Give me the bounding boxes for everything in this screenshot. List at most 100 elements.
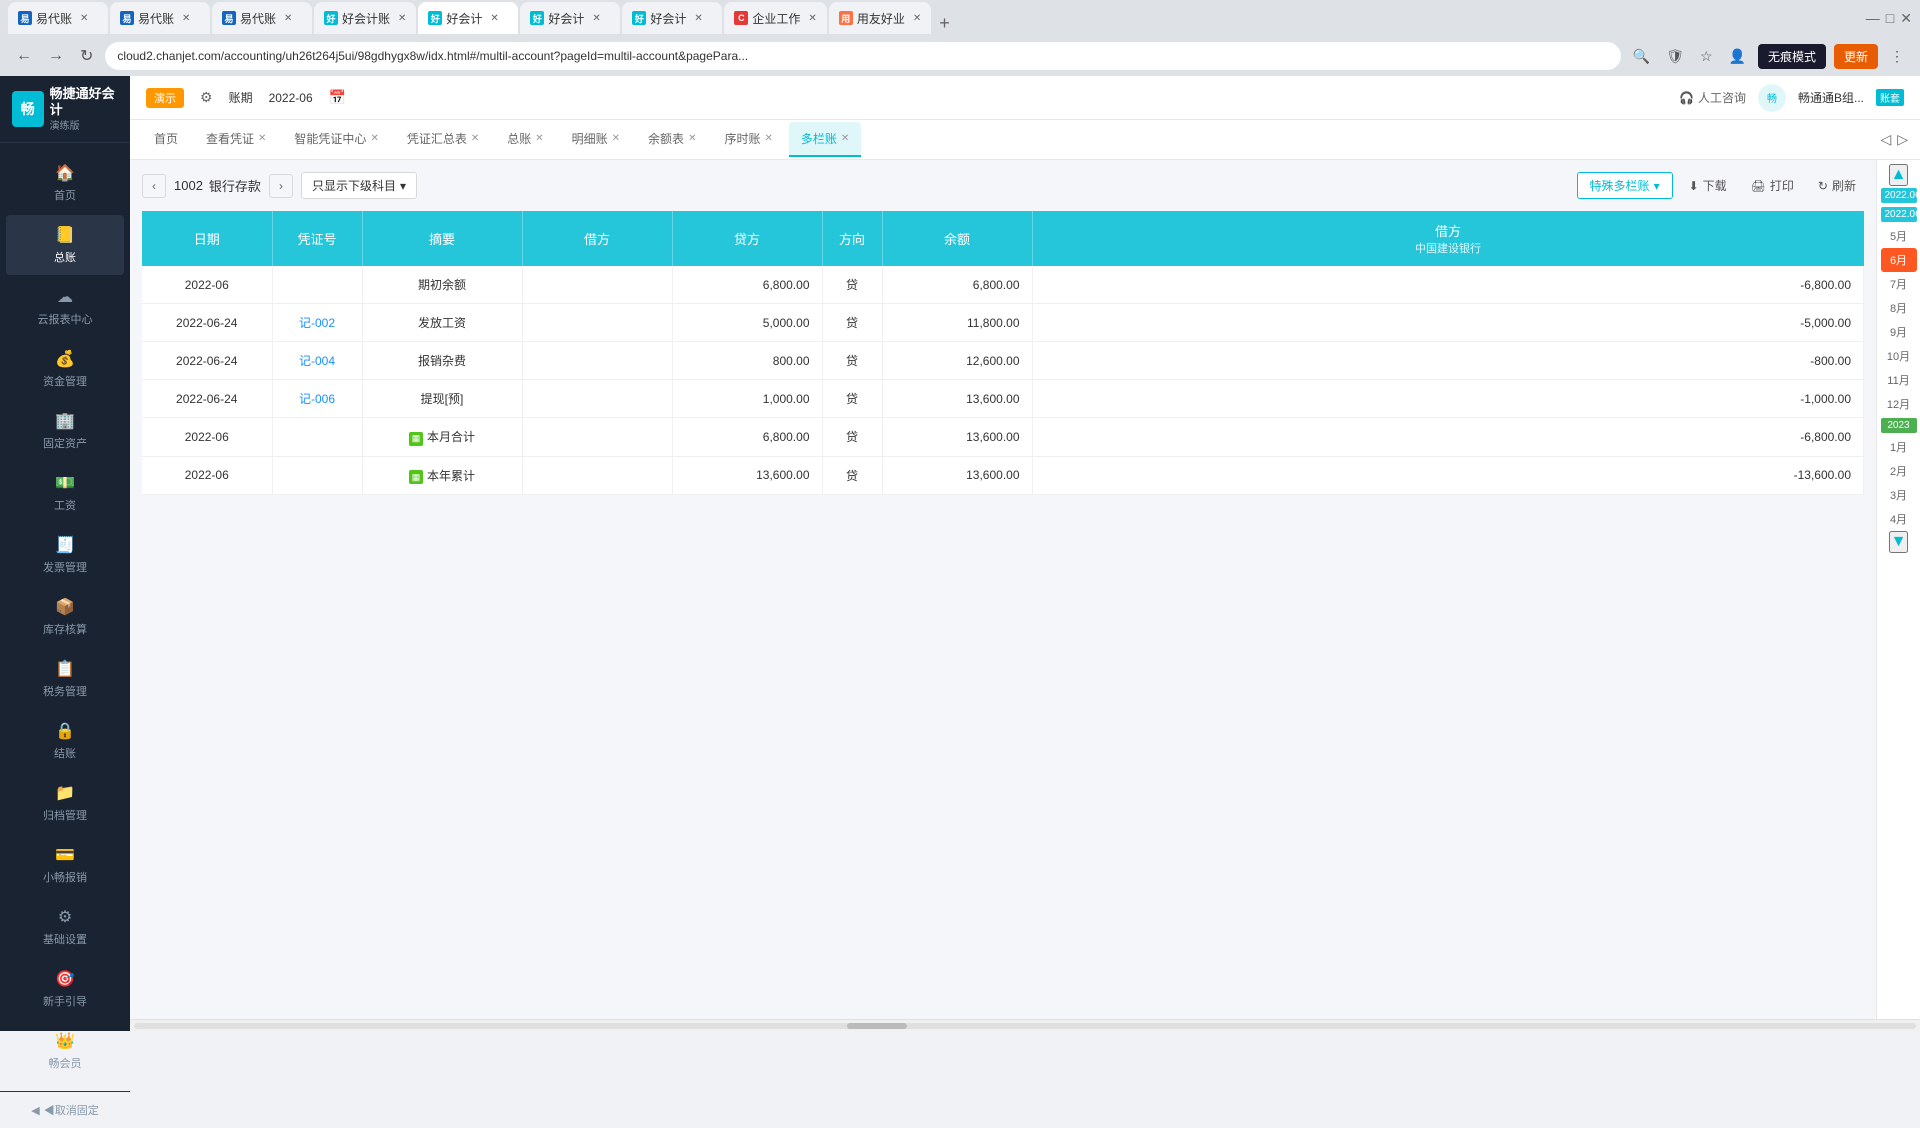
cal-scroll-up-button[interactable]: ▲ <box>1889 164 1909 186</box>
sidebar-item-close[interactable]: 🔒 结账 <box>6 711 124 771</box>
voucher-cell <box>272 418 362 457</box>
tab-close-5[interactable]: ✕ <box>490 13 498 24</box>
tab-close-4[interactable]: ✕ <box>398 13 406 24</box>
browser-tab-6[interactable]: 好 好会计 ✕ <box>520 2 620 34</box>
browser-tab-5[interactable]: 好 好会计 ✕ <box>418 2 518 34</box>
cal-month[interactable]: 6月 <box>1881 248 1917 272</box>
archive-label: 归档管理 <box>43 807 87 823</box>
tab-close-3[interactable]: ✕ <box>284 13 292 24</box>
tab-voucher[interactable]: 查看凭证 ✕ <box>194 122 278 157</box>
back-button[interactable]: ← <box>12 43 36 69</box>
maximize-button[interactable]: □ <box>1886 10 1894 27</box>
refresh-button[interactable]: ↻ 刷新 <box>1810 173 1864 198</box>
voucher-link[interactable]: 记-002 <box>272 304 362 342</box>
prev-subject-button[interactable]: ‹ <box>142 174 166 198</box>
tab-multi-col[interactable]: 多栏账 ✕ <box>789 122 861 157</box>
cal-month[interactable]: 8月 <box>1881 296 1917 320</box>
tab-balance[interactable]: 余额表 ✕ <box>636 122 708 157</box>
reload-button[interactable]: ↻ <box>76 42 97 70</box>
menu-icon[interactable]: ⋮ <box>1886 44 1908 69</box>
star-icon[interactable]: ☆ <box>1696 44 1717 69</box>
cal-month[interactable]: 4月 <box>1881 507 1917 531</box>
shield-icon[interactable]: 🛡 <box>1662 44 1688 69</box>
app-layout: 畅 畅捷通好会计 演练版 🏠 首页 📒 总账 ☁ 云报表中心 💰 资金管理 <box>0 76 1920 1031</box>
cal-month[interactable]: 5月 <box>1881 224 1917 248</box>
cal-month[interactable]: 3月 <box>1881 483 1917 507</box>
cal-month[interactable]: 9月 <box>1881 320 1917 344</box>
close-window-button[interactable]: ✕ <box>1900 10 1912 27</box>
calendar-icon[interactable]: 📅 <box>329 89 346 106</box>
tab-close-9[interactable]: ✕ <box>913 13 921 24</box>
browser-tab-7[interactable]: 好 好会计 ✕ <box>622 2 722 34</box>
address-input[interactable] <box>105 42 1620 70</box>
cal-scroll-down-button[interactable]: ▼ <box>1889 531 1909 553</box>
voucher-link[interactable]: 记-004 <box>272 342 362 380</box>
forward-button[interactable]: → <box>44 43 68 69</box>
browser-tab-9[interactable]: 用 用友好业 ✕ <box>829 2 931 34</box>
tab-close-1[interactable]: ✕ <box>80 13 88 24</box>
sidebar-item-home[interactable]: 🏠 首页 <box>6 153 124 213</box>
tab-gl-close[interactable]: ✕ <box>535 133 543 144</box>
sidebar-item-report[interactable]: ☁ 云报表中心 <box>6 277 124 337</box>
tab-close-6[interactable]: ✕ <box>592 13 600 24</box>
sidebar-item-inventory[interactable]: 📦 库存核算 <box>6 587 124 647</box>
sidebar-item-asset[interactable]: 🏢 固定资产 <box>6 401 124 461</box>
voucher-link[interactable]: 记-006 <box>272 380 362 418</box>
sidebar-item-member[interactable]: 👑 畅会员 <box>6 1021 124 1081</box>
multi-col-button[interactable]: 特殊多栏账 ▾ <box>1577 172 1673 199</box>
tab-close-8[interactable]: ✕ <box>808 13 816 24</box>
h-scrollbar-thumb[interactable] <box>847 1023 907 1029</box>
tab-mc-close[interactable]: ✕ <box>841 133 849 144</box>
browser-tab-4[interactable]: 好 好会计账 ✕ <box>314 2 416 34</box>
tab-sequence[interactable]: 序时账 ✕ <box>712 122 784 157</box>
tab-home[interactable]: 首页 <box>142 122 190 157</box>
sidebar-item-ledger[interactable]: 📒 总账 <box>6 215 124 275</box>
new-tab-button[interactable]: + <box>933 13 956 34</box>
sidebar-item-expense[interactable]: 💳 小畅报销 <box>6 835 124 895</box>
settings-gear-button[interactable]: ⚙ <box>200 89 213 106</box>
tab-voucher-summary[interactable]: 凭证汇总表 ✕ <box>395 122 491 157</box>
cal-month[interactable]: 11月 <box>1881 368 1917 392</box>
tab-dl-close[interactable]: ✕ <box>612 133 620 144</box>
filter-dropdown[interactable]: 只显示下级科目 ▾ <box>301 172 417 199</box>
wuhen-button[interactable]: 无痕模式 <box>1758 44 1826 69</box>
browser-tab-2[interactable]: 易 易代账 ✕ <box>110 2 210 34</box>
tab-vs-close[interactable]: ✕ <box>471 133 479 144</box>
tab-close-2[interactable]: ✕ <box>182 13 190 24</box>
cal-month[interactable]: 7月 <box>1881 272 1917 296</box>
update-button[interactable]: 更新 <box>1834 44 1878 69</box>
tab-voucher-close[interactable]: ✕ <box>258 133 266 144</box>
cal-month[interactable]: 12月 <box>1881 392 1917 416</box>
minimize-button[interactable]: — <box>1866 10 1880 27</box>
cancel-fixed-button[interactable]: ◀ ◀取消固定 <box>10 1102 120 1118</box>
tab-balance-close[interactable]: ✕ <box>688 133 696 144</box>
sidebar-item-salary[interactable]: 💵 工资 <box>6 463 124 523</box>
sidebar-item-guide[interactable]: 🎯 新手引导 <box>6 959 124 1019</box>
sidebar-item-archive[interactable]: 📁 归档管理 <box>6 773 124 833</box>
expand-tab-button[interactable]: ▷ <box>1897 131 1908 148</box>
cal-month[interactable]: 2月 <box>1881 459 1917 483</box>
cal-month[interactable]: 10月 <box>1881 344 1917 368</box>
download-button[interactable]: ⬇ 下载 <box>1681 173 1735 198</box>
tab-close-7[interactable]: ✕ <box>694 13 702 24</box>
collapse-tab-button[interactable]: ◁ <box>1880 131 1891 148</box>
sidebar-item-tax[interactable]: 📋 税务管理 <box>6 649 124 709</box>
tab-general-ledger[interactable]: 总账 ✕ <box>495 122 555 157</box>
print-button[interactable]: 🖨 打印 <box>1743 173 1802 198</box>
sidebar-item-fund[interactable]: 💰 资金管理 <box>6 339 124 399</box>
tab-seq-close[interactable]: ✕ <box>764 133 772 144</box>
browser-tab-8[interactable]: C 企业工作 ✕ <box>724 2 826 34</box>
browser-tab-1[interactable]: 易 易代账 ✕ <box>8 2 108 34</box>
h-scrollbar[interactable] <box>130 1019 1920 1031</box>
sidebar-item-settings[interactable]: ⚙ 基础设置 <box>6 897 124 957</box>
next-subject-button[interactable]: › <box>269 174 293 198</box>
tab-smart-voucher[interactable]: 智能凭证中心 ✕ <box>282 122 390 157</box>
tab-smart-close[interactable]: ✕ <box>370 133 378 144</box>
browser-tab-3[interactable]: 易 易代账 ✕ <box>212 2 312 34</box>
profile-icon[interactable]: 👤 <box>1725 44 1750 69</box>
tab-detail-ledger[interactable]: 明细账 ✕ <box>560 122 632 157</box>
cal-month[interactable]: 1月 <box>1881 435 1917 459</box>
consultant-button[interactable]: 🎧 人工咨询 <box>1679 89 1746 106</box>
search-browser-icon[interactable]: 🔍 <box>1629 44 1654 69</box>
sidebar-item-invoice[interactable]: 🧾 发票管理 <box>6 525 124 585</box>
